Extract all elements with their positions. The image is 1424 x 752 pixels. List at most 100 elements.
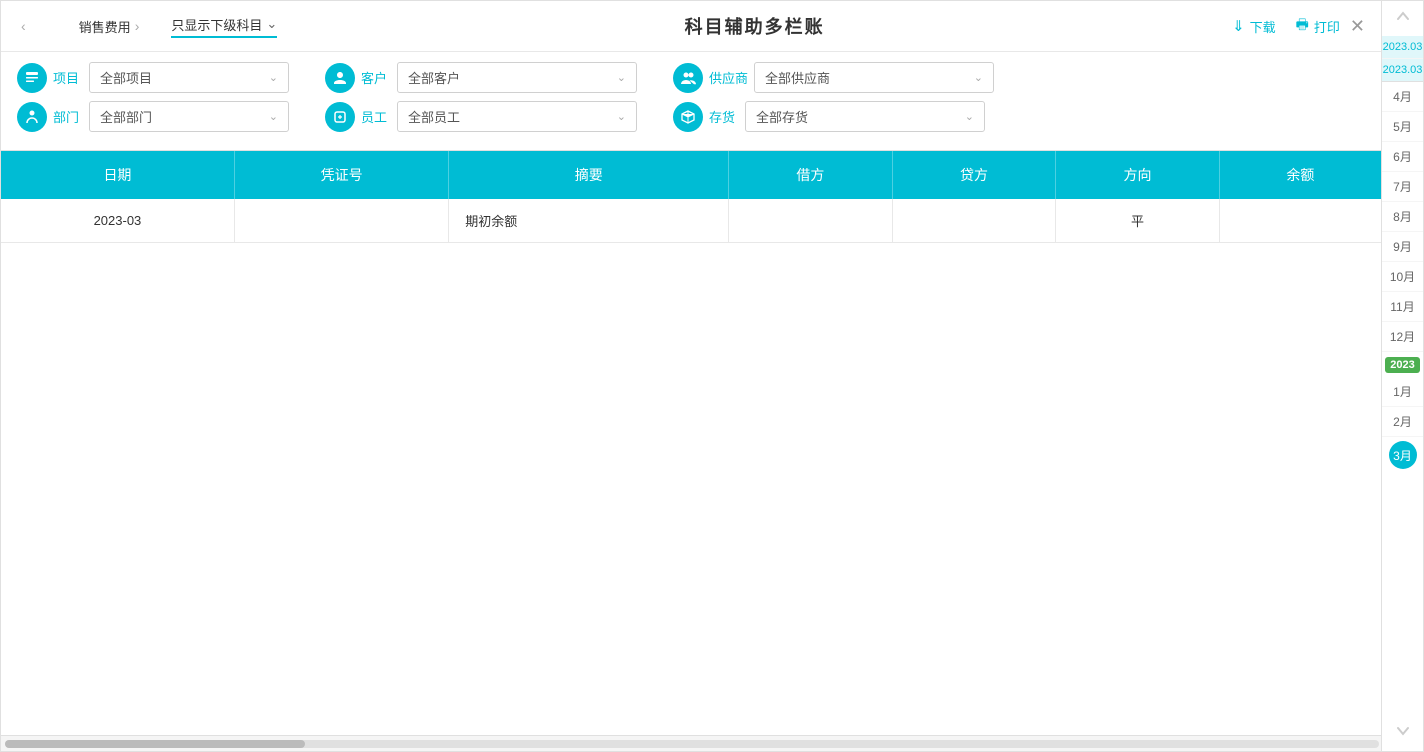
- download-button[interactable]: ⇓ 下载: [1232, 17, 1276, 36]
- sidebar-month-6[interactable]: 6月: [1382, 142, 1423, 172]
- data-table: 日期 凭证号 摘要 借方 贷方 方向 余额 2023-03 期初余额: [1, 151, 1381, 243]
- filter-item-supplier: 供应商 全部供应商 ⌄: [673, 62, 994, 93]
- sidebar-month-10[interactable]: 10月: [1382, 262, 1423, 292]
- col-summary: 摘要: [449, 151, 729, 199]
- sidebar-month-1[interactable]: 1月: [1382, 377, 1423, 407]
- supplier-label: 供应商: [709, 68, 748, 87]
- year-badge: 2023: [1385, 357, 1419, 373]
- cell-date: 2023-03: [1, 199, 234, 243]
- right-sidebar: 2023.03 2023.03 4月 5月 6月 7月 8月 9月 10月 11…: [1381, 1, 1423, 751]
- col-direction: 方向: [1056, 151, 1220, 199]
- customer-value: 全部客户: [408, 68, 460, 87]
- account-name-text: 销售费用: [79, 17, 131, 36]
- project-select[interactable]: 全部项目 ⌄: [89, 62, 289, 93]
- header-actions: ⇓ 下载 🖶 打印: [1232, 14, 1340, 38]
- nav-next-arrow[interactable]: ›: [131, 18, 144, 34]
- cell-summary: 期初余额: [449, 199, 729, 243]
- filter-item-project: 项目 全部项目 ⌄: [17, 62, 289, 93]
- customer-label: 客户: [361, 68, 391, 87]
- cell-debit: [729, 199, 893, 243]
- supplier-icon: [673, 63, 703, 93]
- filter-bar: 项目 全部项目 ⌄ 客户 全部客户 ⌄: [1, 52, 1381, 150]
- sidebar-month-4[interactable]: 4月: [1382, 82, 1423, 112]
- customer-icon: [325, 63, 355, 93]
- department-icon: [17, 102, 47, 132]
- department-label: 部门: [53, 107, 83, 126]
- col-balance: 余额: [1219, 151, 1381, 199]
- header-bar: ‹ 6601 销售费用 › 只显示下级科目 ⌄ 科目辅助多栏账 ⇓ 下载 🖶 打…: [1, 1, 1381, 52]
- filter-item-customer: 客户 全部客户 ⌄: [325, 62, 637, 93]
- print-label: 打印: [1314, 17, 1340, 36]
- sidebar-month-11[interactable]: 11月: [1382, 292, 1423, 322]
- sidebar-period-2023-03-top[interactable]: 2023.03: [1382, 36, 1423, 59]
- download-label: 下载: [1250, 17, 1276, 36]
- account-code-input[interactable]: 6601: [30, 15, 75, 38]
- employee-arrow: ⌄: [617, 110, 626, 123]
- cell-direction: 平: [1056, 199, 1220, 243]
- cell-balance: [1219, 199, 1381, 243]
- inventory-value: 全部存货: [756, 107, 808, 126]
- customer-select[interactable]: 全部客户 ⌄: [397, 62, 637, 93]
- sidebar-month-5[interactable]: 5月: [1382, 112, 1423, 142]
- supplier-arrow: ⌄: [974, 71, 983, 84]
- inventory-icon: [673, 102, 703, 132]
- sidebar-nav-up[interactable]: [1382, 1, 1423, 36]
- employee-label: 员工: [361, 107, 391, 126]
- year-badge-container: 2023: [1382, 352, 1423, 377]
- col-debit: 借方: [729, 151, 893, 199]
- cell-voucher: [234, 199, 448, 243]
- show-sub-toggle[interactable]: 只显示下级科目 ⌄: [171, 15, 277, 38]
- sidebar-month-8[interactable]: 8月: [1382, 202, 1423, 232]
- supplier-select[interactable]: 全部供应商 ⌄: [754, 62, 994, 93]
- sidebar-month-9[interactable]: 9月: [1382, 232, 1423, 262]
- col-date: 日期: [1, 151, 234, 199]
- print-icon: 🖶: [1296, 14, 1309, 38]
- scrollbar-thumb[interactable]: [5, 740, 305, 748]
- filter-item-employee: 员工 全部员工 ⌄: [325, 101, 637, 132]
- sidebar-period-2023-03-second[interactable]: 2023.03: [1382, 59, 1423, 82]
- col-voucher: 凭证号: [234, 151, 448, 199]
- download-icon: ⇓: [1232, 17, 1245, 35]
- cell-credit: [892, 199, 1056, 243]
- active-month-circle[interactable]: 3月: [1389, 441, 1417, 469]
- table-header-row: 日期 凭证号 摘要 借方 贷方 方向 余额: [1, 151, 1381, 199]
- account-code-group: 6601 销售费用: [30, 15, 131, 38]
- show-sub-label: 只显示下级科目: [171, 15, 262, 34]
- filter-row-2: 部门 全部部门 ⌄ 员工 全部员工 ⌄: [17, 101, 1365, 132]
- table-row: 2023-03 期初余额 平: [1, 199, 1381, 243]
- horizontal-scrollbar[interactable]: [1, 735, 1383, 751]
- filter-item-department: 部门 全部部门 ⌄: [17, 101, 289, 132]
- sidebar-nav-down[interactable]: [1382, 716, 1423, 751]
- table-wrapper: 日期 凭证号 摘要 借方 贷方 方向 余额 2023-03 期初余额: [1, 150, 1381, 243]
- col-credit: 贷方: [892, 151, 1056, 199]
- show-sub-chevron: ⌄: [266, 16, 277, 32]
- nav-prev-arrow[interactable]: ‹: [17, 18, 30, 34]
- main-content-area: ‹ 6601 销售费用 › 只显示下级科目 ⌄ 科目辅助多栏账 ⇓ 下载 🖶 打…: [1, 1, 1381, 735]
- project-label: 项目: [53, 68, 83, 87]
- inventory-label: 存货: [709, 107, 739, 126]
- department-value: 全部部门: [100, 107, 152, 126]
- close-button[interactable]: ✕: [1350, 16, 1365, 37]
- print-button[interactable]: 🖶 打印: [1296, 14, 1340, 38]
- customer-arrow: ⌄: [617, 71, 626, 84]
- sidebar-month-12[interactable]: 12月: [1382, 322, 1423, 352]
- inventory-select[interactable]: 全部存货 ⌄: [745, 101, 985, 132]
- project-value: 全部项目: [100, 68, 152, 87]
- scrollbar-track: [5, 740, 1379, 748]
- sidebar-month-2[interactable]: 2月: [1382, 407, 1423, 437]
- page-title: 科目辅助多栏账: [277, 13, 1232, 39]
- filter-item-inventory: 存货 全部存货 ⌄: [673, 101, 985, 132]
- department-arrow: ⌄: [269, 110, 278, 123]
- project-icon: [17, 63, 47, 93]
- employee-icon: [325, 102, 355, 132]
- supplier-value: 全部供应商: [765, 68, 830, 87]
- department-select[interactable]: 全部部门 ⌄: [89, 101, 289, 132]
- active-month-container[interactable]: 3月: [1382, 437, 1423, 473]
- inventory-arrow: ⌄: [965, 110, 974, 123]
- main-container: ‹ 6601 销售费用 › 只显示下级科目 ⌄ 科目辅助多栏账 ⇓ 下载 🖶 打…: [0, 0, 1424, 752]
- sidebar-month-7[interactable]: 7月: [1382, 172, 1423, 202]
- employee-value: 全部员工: [408, 107, 460, 126]
- filter-row-1: 项目 全部项目 ⌄ 客户 全部客户 ⌄: [17, 62, 1365, 93]
- employee-select[interactable]: 全部员工 ⌄: [397, 101, 637, 132]
- project-arrow: ⌄: [269, 71, 278, 84]
